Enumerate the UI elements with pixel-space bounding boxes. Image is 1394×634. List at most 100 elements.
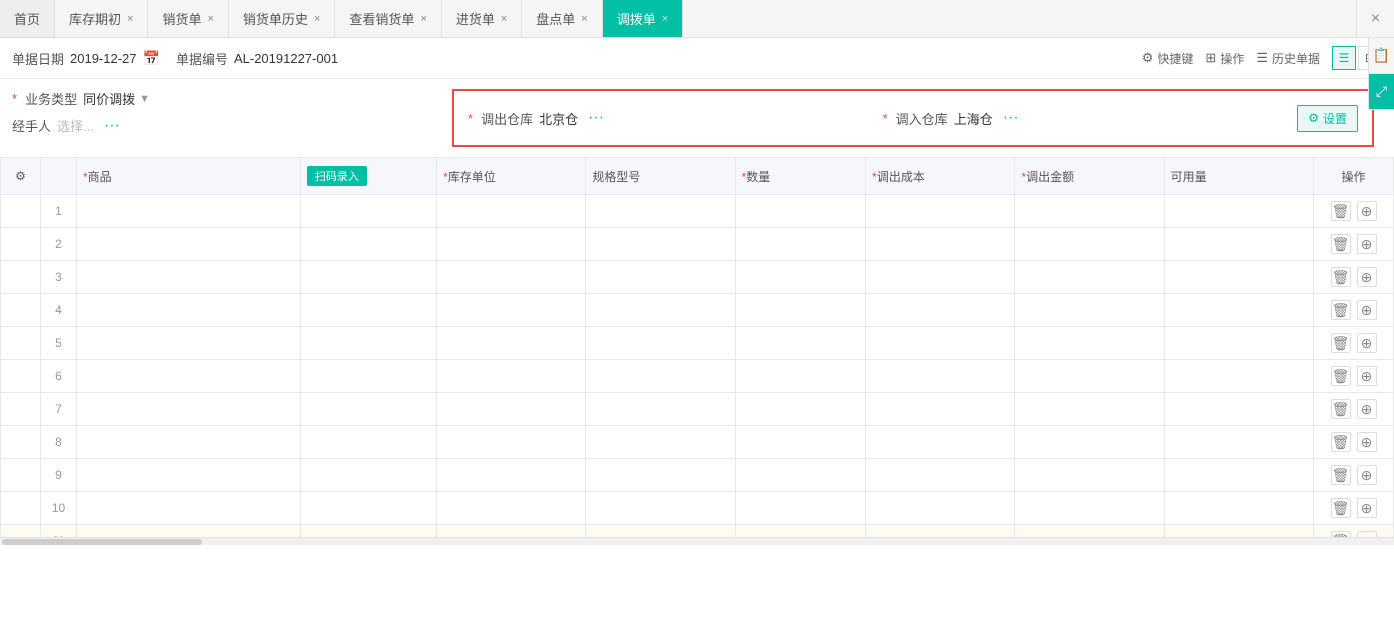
tab-sales-order[interactable]: 销货单 × <box>148 0 228 37</box>
horizontal-scrollbar[interactable] <box>0 537 1394 545</box>
delete-icon[interactable]: 🗑 <box>1331 267 1351 287</box>
row-product-cell[interactable] <box>77 327 301 360</box>
tab-stock-check[interactable]: 盘点单 × <box>522 0 602 37</box>
tab-transfer-order-close[interactable]: × <box>662 13 668 25</box>
row-qty-cell[interactable] <box>735 261 866 294</box>
row-spec-cell[interactable] <box>586 261 735 294</box>
tab-purchase-order[interactable]: 进货单 × <box>442 0 522 37</box>
delete-icon[interactable]: 🗑 <box>1331 498 1351 518</box>
row-cost-cell[interactable] <box>866 393 1015 426</box>
tab-inventory-init[interactable]: 库存期初 × <box>55 0 148 37</box>
delete-icon[interactable]: 🗑 <box>1331 234 1351 254</box>
col-settings-header[interactable]: ⚙ <box>1 158 41 195</box>
row-product-cell[interactable] <box>77 228 301 261</box>
row-amount-cell[interactable] <box>1015 261 1164 294</box>
tab-transfer-order[interactable]: 调拨单 × <box>603 0 683 37</box>
row-cost-cell[interactable] <box>866 228 1015 261</box>
tab-view-sales[interactable]: 查看销货单 × <box>335 0 441 37</box>
person-dots-icon[interactable]: ··· <box>104 117 120 135</box>
row-product-cell[interactable] <box>77 393 301 426</box>
settings-button[interactable]: ⚙ 设置 <box>1297 105 1358 132</box>
row-unit-cell[interactable] <box>437 228 586 261</box>
row-unit-cell[interactable] <box>437 426 586 459</box>
delete-icon[interactable]: 🗑 <box>1331 465 1351 485</box>
delete-icon[interactable]: 🗑 <box>1331 531 1351 537</box>
row-unit-cell[interactable] <box>437 492 586 525</box>
row-spec-cell[interactable] <box>586 360 735 393</box>
tab-sales-history[interactable]: 销货单历史 × <box>229 0 335 37</box>
copy-icon[interactable]: ⊕ <box>1357 531 1377 537</box>
row-amount-cell[interactable] <box>1015 393 1164 426</box>
copy-icon[interactable]: ⊕ <box>1357 366 1377 386</box>
row-product-cell[interactable] <box>77 195 301 228</box>
tab-stock-check-close[interactable]: × <box>581 13 587 25</box>
history-action[interactable]: ☰ 历史单据 <box>1256 50 1320 67</box>
row-qty-cell[interactable] <box>735 492 866 525</box>
window-close-button[interactable]: × <box>1356 0 1394 38</box>
business-type-select[interactable]: 同价调拨 ▼ <box>83 89 150 108</box>
row-qty-cell[interactable] <box>735 228 866 261</box>
row-cost-cell[interactable] <box>866 492 1015 525</box>
transfer-out-dots-icon[interactable]: ··· <box>588 109 604 127</box>
row-product-cell[interactable] <box>77 360 301 393</box>
scroll-thumb[interactable] <box>2 539 202 545</box>
delete-icon[interactable]: 🗑 <box>1331 300 1351 320</box>
row-unit-cell[interactable] <box>437 360 586 393</box>
row-spec-cell[interactable] <box>586 195 735 228</box>
row-qty-cell[interactable] <box>735 327 866 360</box>
delete-icon[interactable]: 🗑 <box>1331 399 1351 419</box>
operate-action[interactable]: ⊞ 操作 <box>1205 50 1244 67</box>
row-spec-cell[interactable] <box>586 294 735 327</box>
row-spec-cell[interactable] <box>586 426 735 459</box>
row-spec-cell[interactable] <box>586 393 735 426</box>
row-spec-cell[interactable] <box>586 228 735 261</box>
copy-icon[interactable]: ⊕ <box>1357 432 1377 452</box>
row-amount-cell[interactable] <box>1015 327 1164 360</box>
row-spec-cell[interactable] <box>586 492 735 525</box>
row-cost-cell[interactable] <box>866 360 1015 393</box>
sidebar-note-icon[interactable]: 📋 <box>1369 38 1394 74</box>
tab-view-sales-close[interactable]: × <box>420 13 426 25</box>
row-cost-cell[interactable] <box>866 261 1015 294</box>
row-amount-cell[interactable] <box>1015 195 1164 228</box>
row-qty-cell[interactable] <box>735 459 866 492</box>
table-wrapper[interactable]: ⚙ *商品 扫码录入 *库存单位 规格型号 *数量 <box>0 157 1394 537</box>
tab-sales-order-close[interactable]: × <box>207 13 213 25</box>
row-amount-cell[interactable] <box>1015 426 1164 459</box>
row-cost-cell[interactable] <box>866 294 1015 327</box>
tab-home[interactable]: 首页 <box>0 0 55 37</box>
person-input[interactable]: 选择... <box>57 116 94 135</box>
copy-icon[interactable]: ⊕ <box>1357 201 1377 221</box>
delete-icon[interactable]: 🗑 <box>1331 201 1351 221</box>
row-amount-cell[interactable] <box>1015 360 1164 393</box>
row-unit-cell[interactable] <box>437 261 586 294</box>
row-unit-cell[interactable] <box>437 393 586 426</box>
copy-icon[interactable]: ⊕ <box>1357 300 1377 320</box>
copy-icon[interactable]: ⊕ <box>1357 267 1377 287</box>
row-qty-cell[interactable] <box>735 393 866 426</box>
row-spec-cell[interactable] <box>586 327 735 360</box>
delete-icon[interactable]: 🗑 <box>1331 333 1351 353</box>
tab-sales-history-close[interactable]: × <box>314 13 320 25</box>
row-cost-cell[interactable] <box>866 327 1015 360</box>
tab-purchase-order-close[interactable]: × <box>501 13 507 25</box>
row-amount-cell[interactable] <box>1015 294 1164 327</box>
sidebar-expand-icon[interactable]: ⤢ <box>1369 74 1394 110</box>
row-unit-cell[interactable] <box>437 195 586 228</box>
delete-icon[interactable]: 🗑 <box>1331 432 1351 452</box>
row-cost-cell[interactable] <box>866 459 1015 492</box>
row-cost-cell[interactable] <box>866 426 1015 459</box>
scan-button[interactable]: 扫码录入 <box>307 166 367 186</box>
transfer-in-dots-icon[interactable]: ··· <box>1003 109 1019 127</box>
row-amount-cell[interactable] <box>1015 228 1164 261</box>
row-amount-cell[interactable] <box>1015 492 1164 525</box>
copy-icon[interactable]: ⊕ <box>1357 399 1377 419</box>
row-product-cell[interactable] <box>77 459 301 492</box>
copy-icon[interactable]: ⊕ <box>1357 465 1377 485</box>
row-unit-cell[interactable] <box>437 327 586 360</box>
row-qty-cell[interactable] <box>735 294 866 327</box>
row-unit-cell[interactable] <box>437 459 586 492</box>
row-product-cell[interactable] <box>77 294 301 327</box>
copy-icon[interactable]: ⊕ <box>1357 234 1377 254</box>
row-unit-cell[interactable] <box>437 294 586 327</box>
